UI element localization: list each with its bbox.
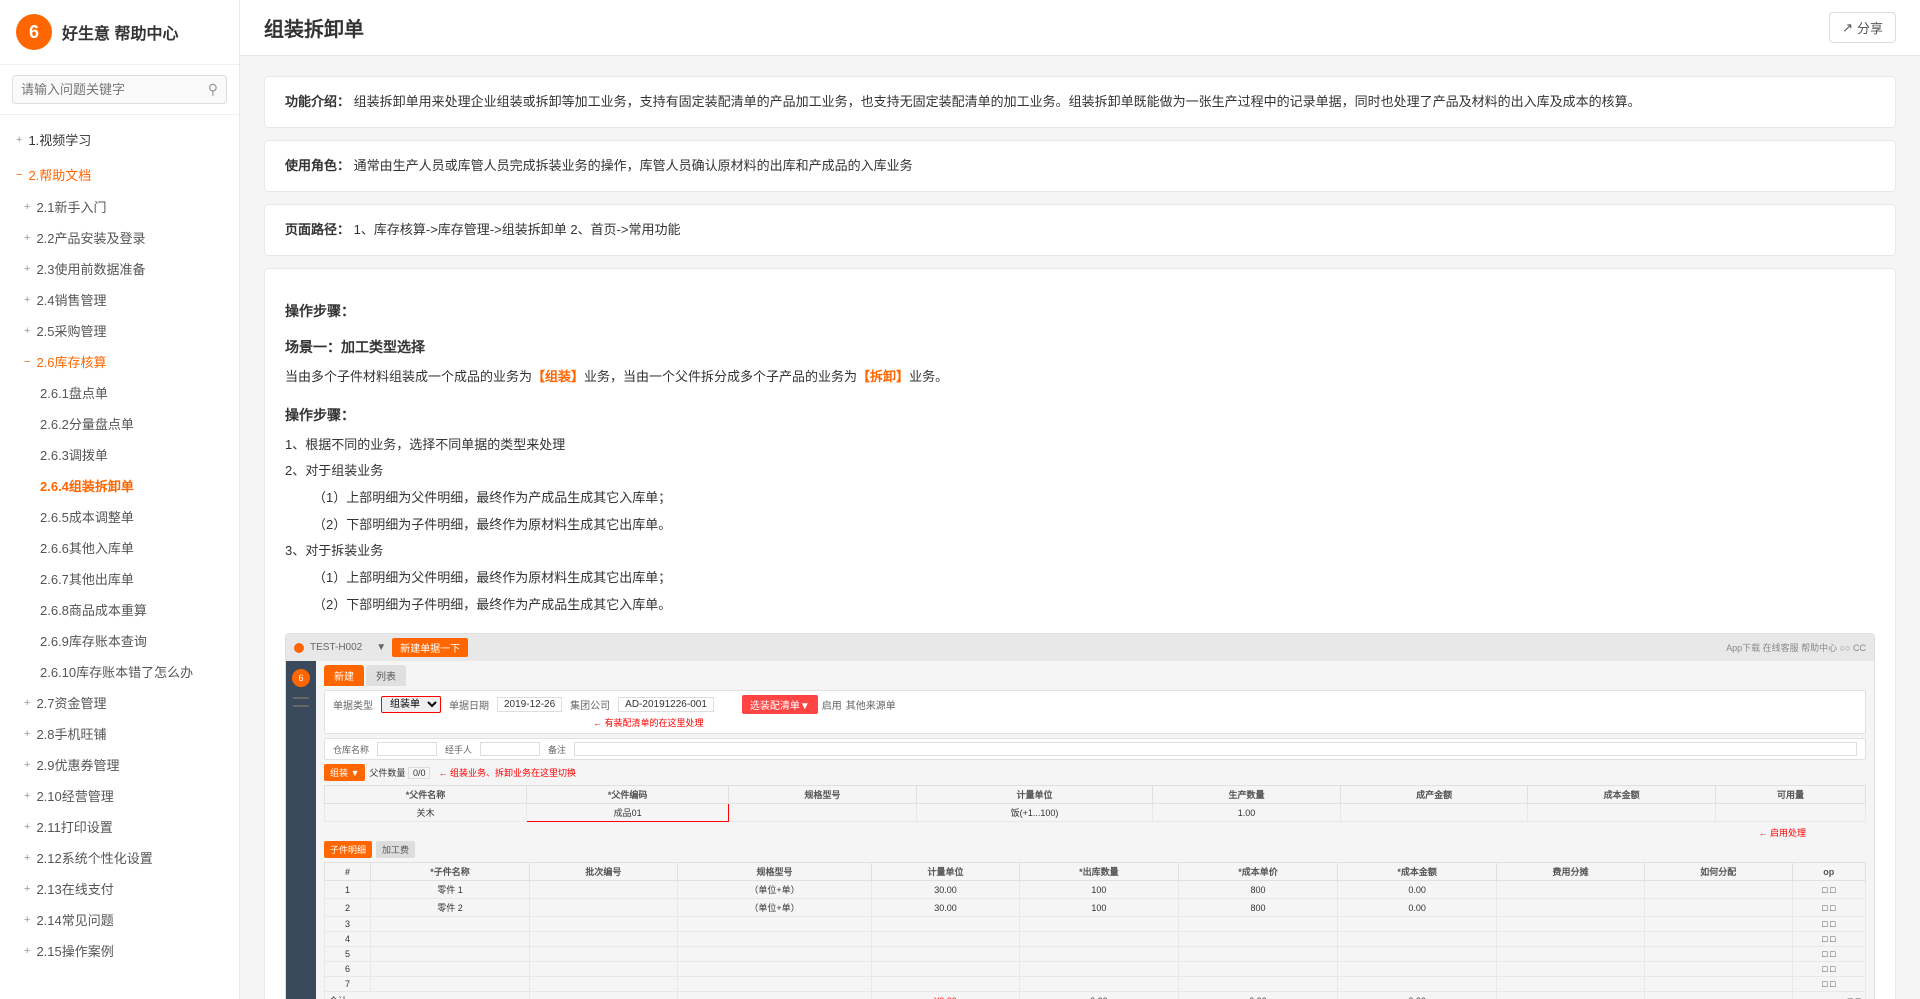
mock-sub-tab[interactable]: 子件明细: [324, 841, 372, 858]
mock-logo: 6: [292, 669, 310, 687]
sidebar-item-label-helpdoc: 2.帮助文档: [28, 165, 91, 184]
sidebar-item-assembly[interactable]: 2.6.4组装拆卸单: [0, 470, 239, 501]
app-name: 好生意 帮助中心: [62, 20, 178, 44]
search-area: ⚲: [0, 65, 239, 115]
step-2-1: （1）上部明细为父件明细，最终作为产成品生成其它入库单；: [285, 486, 1875, 511]
sidebar-item-beginner[interactable]: + 2.1新手入门: [0, 191, 239, 222]
toggle-icon-1: +: [16, 134, 22, 146]
mock-parent-table: *父件名称 *父件编码 规格型号 计量单位 生产数量 成产金额 成本金额 可用量: [324, 785, 1866, 822]
path-block: 页面路径： 1、库存核算->库存管理->组装拆卸单 2、首页->常用功能: [264, 204, 1896, 256]
sidebar-item-print[interactable]: + 2.11打印设置: [0, 811, 239, 842]
sidebar-item-cost-adjust[interactable]: 2.6.5成本调整单: [0, 501, 239, 532]
sidebar-item-business[interactable]: + 2.10经营管理: [0, 780, 239, 811]
search-box: ⚲: [12, 75, 227, 104]
step-list: 1、根据不同的业务，选择不同单据的类型来处理 2、对于组装业务 （1）上部明细为…: [285, 433, 1875, 618]
sidebar-item-other-out[interactable]: 2.6.7其他出库单: [0, 563, 239, 594]
sidebar-item-transfer[interactable]: 2.6.3调拨单: [0, 439, 239, 470]
scene1-title: 场景一：加工类型选择: [285, 337, 1875, 357]
nav-leaf-inventory: 2.6.1盘点单 2.6.2分量盘点单 2.6.3调拨单 2.6.4组装拆卸单 …: [0, 377, 239, 687]
sidebar-item-inventory[interactable]: − 2.6库存核算: [0, 346, 239, 377]
sidebar-item-stock-query[interactable]: 2.6.9库存账本查询: [0, 625, 239, 656]
func-intro-label: 功能介绍：: [285, 94, 350, 109]
role-block: 使用角色： 通常由生产人员或库管人员完成拆装业务的操作，库管人员确认原材料的出库…: [264, 140, 1896, 192]
nav-section-1: + 1.视频学习: [0, 123, 239, 156]
sidebar-item-other-in[interactable]: 2.6.6其他入库单: [0, 532, 239, 563]
nav-tree: + 1.视频学习 − 2.帮助文档 + 2.1新手入门 + 2.2产品安装及登录: [0, 115, 239, 999]
sidebar-item-cost-recalc[interactable]: 2.6.8商品成本重算: [0, 594, 239, 625]
sidebar-item-video[interactable]: + 1.视频学习: [0, 123, 239, 156]
mock-new-btn[interactable]: 新建单据一下: [392, 638, 468, 657]
sidebar-item-mobile[interactable]: + 2.8手机旺铺: [0, 718, 239, 749]
sidebar-item-helpdoc[interactable]: − 2.帮助文档: [0, 158, 239, 191]
share-icon: ↗: [1842, 20, 1853, 36]
sidebar-item-label-video: 1.视频学习: [28, 130, 91, 149]
sidebar-item-partial-stocktake[interactable]: 2.6.2分量盘点单: [0, 408, 239, 439]
nav-sub-items-2: + 2.1新手入门 + 2.2产品安装及登录 + 2.3使用前数据准备 + 2.…: [0, 191, 239, 966]
step-3-1: （1）上部明细为父件明细，最终作为原材料生成其它出库单；: [285, 566, 1875, 591]
sidebar-item-purchase[interactable]: + 2.5采购管理: [0, 315, 239, 346]
mock-type-select[interactable]: 组装单 拆卸单: [381, 696, 441, 713]
scene1-desc: 当由多个子件材料组装成一个成品的业务为【组装】业务，当由一个父件拆分成多个子产品…: [285, 365, 1875, 388]
sidebar: 6 好生意 帮助中心 ⚲ + 1.视频学习 − 2.帮助文档 +: [0, 0, 240, 999]
role-label: 使用角色：: [285, 158, 350, 173]
sidebar-item-cases[interactable]: + 2.15操作案例: [0, 935, 239, 966]
main-area: 组装拆卸单 ↗ 分享 功能介绍： 组装拆卸单用来处理企业组装或拆卸等加工业务，支…: [240, 0, 1920, 999]
path-text: 1、库存核算->库存管理->组装拆卸单 2、首页->常用功能: [354, 222, 681, 237]
toggle-icon-2: −: [16, 169, 22, 181]
share-button[interactable]: ↗ 分享: [1829, 12, 1896, 43]
screenshot-container: TEST-H002 ▼ 新建单据一下 App下载 在线客服 帮助中心 ○○ CC…: [285, 633, 1875, 999]
ops-title: 操作步骤：: [285, 301, 1875, 321]
role-text: 通常由生产人员或库管人员完成拆装业务的操作，库管人员确认原材料的出库和产成品的入…: [354, 158, 913, 173]
sidebar-item-faq[interactable]: + 2.14常见问题: [0, 904, 239, 935]
steps-section: 操作步骤： 场景一：加工类型选择 当由多个子件材料组装成一个成品的业务为【组装】…: [264, 268, 1896, 999]
sidebar-item-coupon[interactable]: + 2.9优惠券管理: [0, 749, 239, 780]
nav-section-2: − 2.帮助文档 + 2.1新手入门 + 2.2产品安装及登录 + 2.3使用前…: [0, 158, 239, 966]
sidebar-item-finance[interactable]: + 2.7资金管理: [0, 687, 239, 718]
page-title: 组装拆卸单: [264, 13, 364, 42]
mock-bom-btn[interactable]: 选装配清单▼: [742, 695, 818, 714]
func-intro-text: 组装拆卸单用来处理企业组装或拆卸等加工业务，支持有固定装配清单的产品加工业务，也…: [354, 94, 1641, 109]
mock-tab-new[interactable]: 新建: [324, 665, 364, 686]
label: 2.1新手入门: [36, 197, 106, 216]
sidebar-item-personalize[interactable]: + 2.12系统个性化设置: [0, 842, 239, 873]
logo-area: 6 好生意 帮助中心: [0, 0, 239, 65]
share-label: 分享: [1857, 18, 1883, 37]
mock-tab-list[interactable]: 列表: [366, 665, 406, 686]
sidebar-item-install[interactable]: + 2.2产品安装及登录: [0, 222, 239, 253]
mock-sub-table: # *子件名称 批次编号 规格型号 计量单位 *出库数量 *成本单价 *成本金额…: [324, 862, 1866, 999]
step-1: 1、根据不同的业务，选择不同单据的类型来处理: [285, 433, 1875, 458]
ops-steps-title: 操作步骤：: [285, 405, 1875, 425]
search-input[interactable]: [21, 82, 208, 97]
mock-sidebar-line2: [293, 705, 309, 707]
sidebar-item-stock-fix[interactable]: 2.6.10库存账本错了怎么办: [0, 656, 239, 687]
sidebar-item-stocktake[interactable]: 2.6.1盘点单: [0, 377, 239, 408]
sidebar-item-payment[interactable]: + 2.13在线支付: [0, 873, 239, 904]
mock-assemble-tab[interactable]: 组装 ▼: [324, 764, 365, 781]
path-label: 页面路径：: [285, 222, 350, 237]
mock-cost-tab[interactable]: 加工费: [376, 841, 415, 858]
content-area: 功能介绍： 组装拆卸单用来处理企业组装或拆卸等加工业务，支持有固定装配清单的产品…: [240, 56, 1920, 999]
top-bar: 组装拆卸单 ↗ 分享: [240, 0, 1920, 56]
sidebar-item-dataprep[interactable]: + 2.3使用前数据准备: [0, 253, 239, 284]
step-2-2: （2）下部明细为子件明细，最终作为原材料生成其它出库单。: [285, 513, 1875, 538]
app-logo: 6: [16, 14, 52, 50]
step-2: 2、对于组装业务: [285, 459, 1875, 484]
search-icon[interactable]: ⚲: [208, 81, 218, 98]
step-3-2: （2）下部明细为子件明细，最终作为产成品生成其它入库单。: [285, 593, 1875, 618]
mock-sidebar-line: [293, 697, 309, 699]
func-intro-block: 功能介绍： 组装拆卸单用来处理企业组装或拆卸等加工业务，支持有固定装配清单的产品…: [264, 76, 1896, 128]
step-3: 3、对于拆装业务: [285, 539, 1875, 564]
sidebar-item-sales[interactable]: + 2.4销售管理: [0, 284, 239, 315]
